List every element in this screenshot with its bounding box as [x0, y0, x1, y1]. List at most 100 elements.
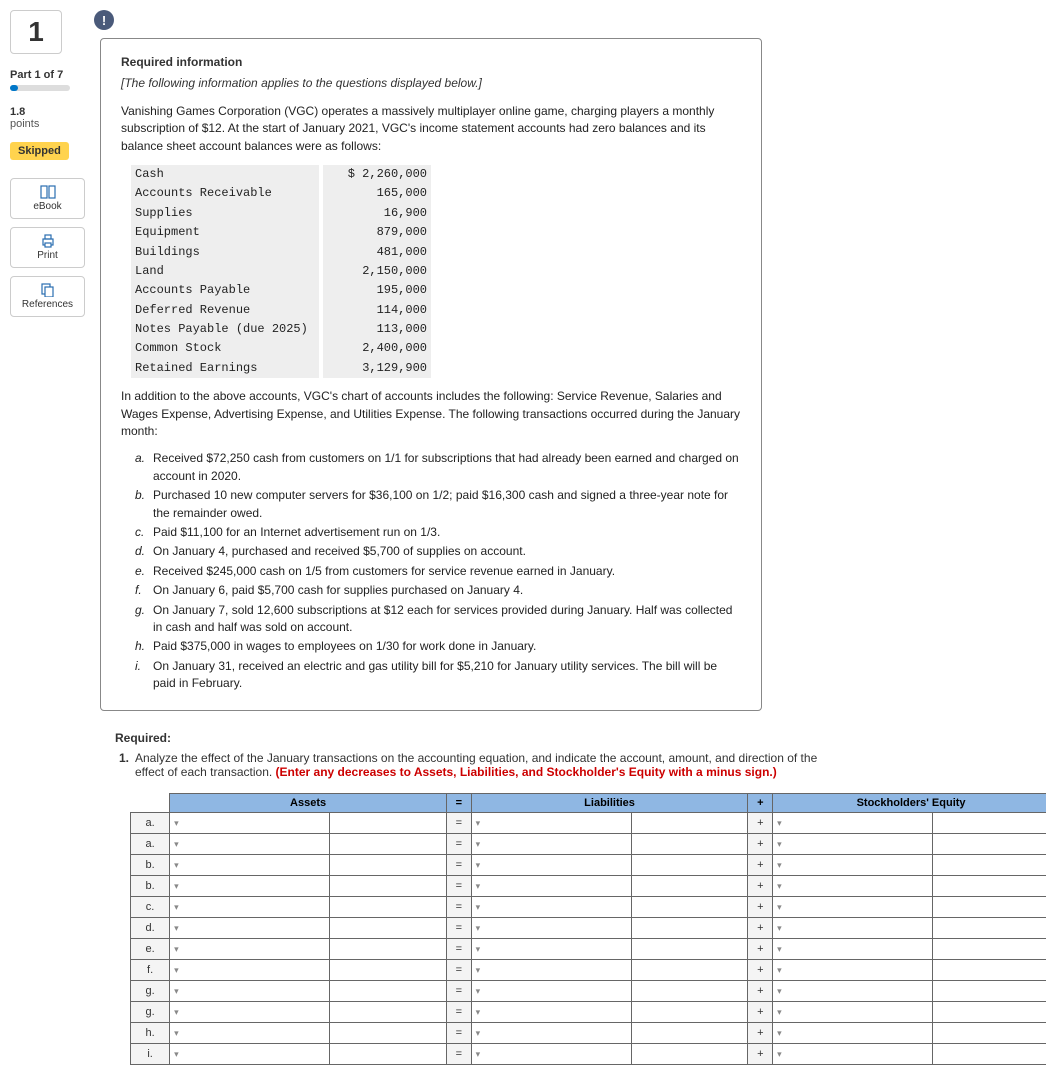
account-cell[interactable]: ▾	[471, 1022, 631, 1043]
amount-cell[interactable]	[631, 875, 748, 896]
amount-input[interactable]	[636, 857, 748, 873]
account-cell[interactable]: ▾	[773, 1001, 933, 1022]
amount-input[interactable]	[334, 962, 446, 978]
amount-input[interactable]	[334, 941, 446, 957]
account-cell[interactable]: ▾	[170, 1022, 330, 1043]
account-cell[interactable]: ▾	[170, 917, 330, 938]
ebook-button[interactable]: eBook	[10, 178, 85, 219]
account-cell[interactable]: ▾	[773, 938, 933, 959]
amount-input[interactable]	[636, 941, 748, 957]
account-cell[interactable]: ▾	[170, 938, 330, 959]
account-cell[interactable]: ▾	[773, 812, 933, 833]
amount-input[interactable]	[636, 815, 748, 831]
amount-input[interactable]	[636, 836, 748, 852]
amount-input[interactable]	[636, 962, 748, 978]
amount-cell[interactable]	[932, 812, 1046, 833]
amount-cell[interactable]	[330, 854, 447, 875]
amount-cell[interactable]	[631, 917, 748, 938]
amount-input[interactable]	[334, 1046, 446, 1062]
amount-cell[interactable]	[631, 896, 748, 917]
amount-cell[interactable]	[631, 938, 748, 959]
amount-cell[interactable]	[330, 1022, 447, 1043]
amount-cell[interactable]	[631, 980, 748, 1001]
account-cell[interactable]: ▾	[773, 1022, 933, 1043]
account-cell[interactable]: ▾	[170, 1043, 330, 1064]
amount-input[interactable]	[937, 899, 1046, 915]
amount-cell[interactable]	[932, 959, 1046, 980]
amount-input[interactable]	[937, 1046, 1046, 1062]
account-cell[interactable]: ▾	[170, 1001, 330, 1022]
account-cell[interactable]: ▾	[471, 938, 631, 959]
amount-cell[interactable]	[631, 1022, 748, 1043]
amount-cell[interactable]	[330, 875, 447, 896]
account-cell[interactable]: ▾	[773, 959, 933, 980]
amount-cell[interactable]	[932, 938, 1046, 959]
account-cell[interactable]: ▾	[773, 854, 933, 875]
amount-input[interactable]	[937, 878, 1046, 894]
amount-input[interactable]	[636, 899, 748, 915]
account-cell[interactable]: ▾	[471, 1001, 631, 1022]
account-cell[interactable]: ▾	[170, 812, 330, 833]
amount-cell[interactable]	[932, 875, 1046, 896]
amount-input[interactable]	[636, 1004, 748, 1020]
account-cell[interactable]: ▾	[471, 1043, 631, 1064]
amount-cell[interactable]	[932, 896, 1046, 917]
account-cell[interactable]: ▾	[773, 980, 933, 1001]
amount-cell[interactable]	[330, 917, 447, 938]
references-button[interactable]: References	[10, 276, 85, 317]
account-cell[interactable]: ▾	[471, 980, 631, 1001]
account-cell[interactable]: ▾	[170, 896, 330, 917]
amount-cell[interactable]	[631, 812, 748, 833]
account-cell[interactable]: ▾	[773, 875, 933, 896]
amount-cell[interactable]	[330, 833, 447, 854]
account-cell[interactable]: ▾	[773, 1043, 933, 1064]
amount-cell[interactable]	[932, 854, 1046, 875]
account-cell[interactable]: ▾	[471, 896, 631, 917]
account-cell[interactable]: ▾	[170, 959, 330, 980]
account-cell[interactable]: ▾	[170, 980, 330, 1001]
amount-input[interactable]	[334, 920, 446, 936]
amount-cell[interactable]	[932, 833, 1046, 854]
amount-input[interactable]	[636, 878, 748, 894]
question-number-badge[interactable]: 1	[10, 10, 62, 54]
amount-input[interactable]	[636, 1046, 748, 1062]
account-cell[interactable]: ▾	[471, 917, 631, 938]
account-cell[interactable]: ▾	[471, 812, 631, 833]
amount-input[interactable]	[937, 836, 1046, 852]
amount-input[interactable]	[334, 1025, 446, 1041]
amount-cell[interactable]	[631, 1043, 748, 1064]
amount-input[interactable]	[334, 857, 446, 873]
amount-cell[interactable]	[330, 1001, 447, 1022]
amount-input[interactable]	[334, 815, 446, 831]
amount-input[interactable]	[937, 920, 1046, 936]
account-cell[interactable]: ▾	[471, 854, 631, 875]
account-cell[interactable]: ▾	[773, 896, 933, 917]
amount-cell[interactable]	[330, 980, 447, 1001]
amount-cell[interactable]	[330, 959, 447, 980]
amount-input[interactable]	[937, 815, 1046, 831]
amount-input[interactable]	[937, 941, 1046, 957]
amount-cell[interactable]	[932, 917, 1046, 938]
amount-cell[interactable]	[932, 1022, 1046, 1043]
amount-input[interactable]	[334, 878, 446, 894]
amount-input[interactable]	[636, 920, 748, 936]
amount-cell[interactable]	[330, 1043, 447, 1064]
amount-cell[interactable]	[330, 896, 447, 917]
amount-cell[interactable]	[932, 980, 1046, 1001]
amount-input[interactable]	[334, 836, 446, 852]
print-button[interactable]: Print	[10, 227, 85, 268]
amount-input[interactable]	[937, 1004, 1046, 1020]
amount-cell[interactable]	[631, 854, 748, 875]
account-cell[interactable]: ▾	[773, 917, 933, 938]
amount-input[interactable]	[636, 983, 748, 999]
account-cell[interactable]: ▾	[471, 875, 631, 896]
amount-input[interactable]	[937, 983, 1046, 999]
amount-cell[interactable]	[631, 959, 748, 980]
account-cell[interactable]: ▾	[170, 875, 330, 896]
amount-input[interactable]	[937, 1025, 1046, 1041]
amount-input[interactable]	[334, 899, 446, 915]
amount-cell[interactable]	[631, 833, 748, 854]
amount-input[interactable]	[937, 857, 1046, 873]
amount-cell[interactable]	[631, 1001, 748, 1022]
account-cell[interactable]: ▾	[773, 833, 933, 854]
